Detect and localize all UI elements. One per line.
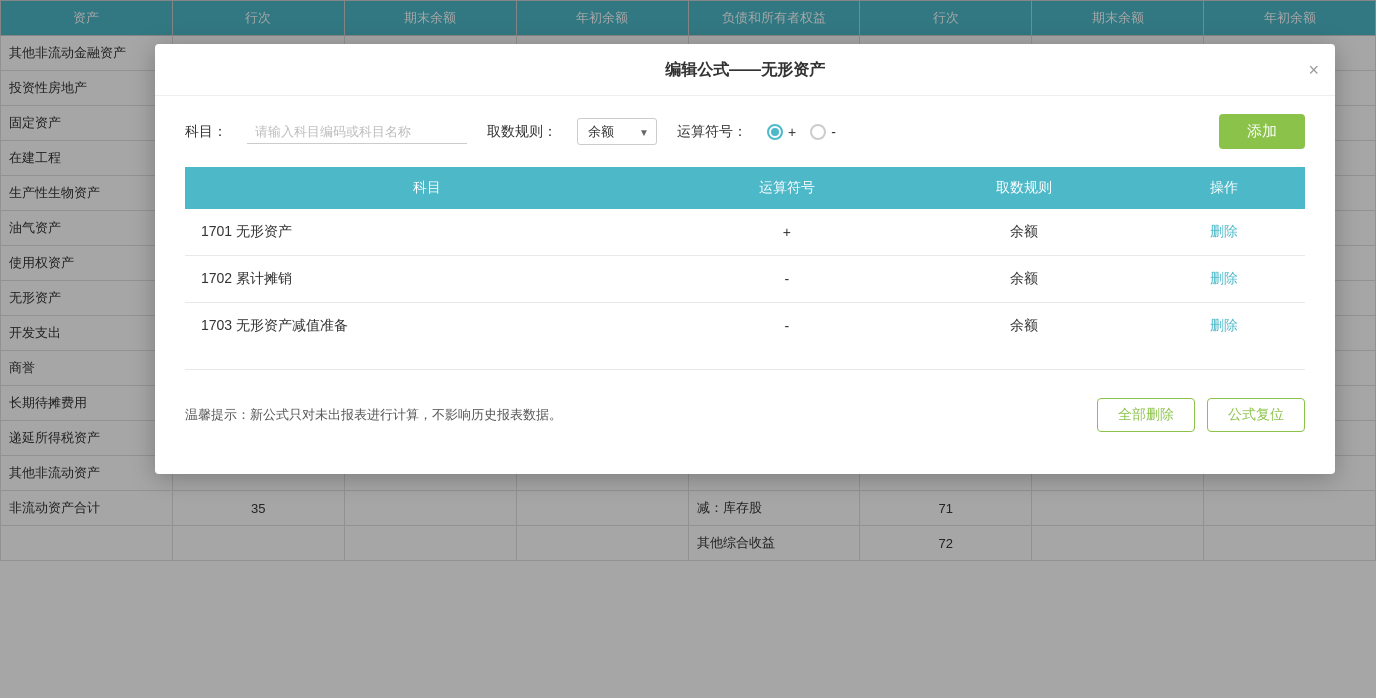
col-header-operator: 运算符号 [668,167,905,209]
delete-link-1[interactable]: 删除 [1210,223,1238,239]
subject-input[interactable] [247,120,467,144]
cell-subject-2: 1702 累计摊销 [185,256,668,303]
modal-header: 编辑公式——无形资产 × [155,44,1335,96]
rule-select[interactable]: 余额 借方 贷方 [577,118,657,145]
reset-formula-button[interactable]: 公式复位 [1207,398,1305,432]
table-row: 1701 无形资产 + 余额 删除 [185,209,1305,256]
radio-plus-label: + [788,124,796,140]
operator-radio-group: + - [767,124,836,140]
table-header-row: 科目 运算符号 取数规则 操作 [185,167,1305,209]
add-button[interactable]: 添加 [1219,114,1305,149]
divider [185,369,1305,370]
delete-link-3[interactable]: 删除 [1210,317,1238,333]
footer-btn-group: 全部删除 公式复位 [1097,398,1305,432]
rule-select-wrap: 余额 借方 贷方 ▼ [577,118,657,145]
operator-label: 运算符号： [677,123,747,141]
radio-plus[interactable]: + [767,124,796,140]
cell-action-3: 删除 [1143,303,1305,350]
cell-operator-2: - [668,256,905,303]
warning-text: 温馨提示：新公式只对未出报表进行计算，不影响历史报表数据。 [185,406,562,424]
cell-rule-2: 余额 [906,256,1143,303]
col-header-rule: 取数规则 [906,167,1143,209]
cell-action-1: 删除 [1143,209,1305,256]
col-header-subject: 科目 [185,167,668,209]
cell-action-2: 删除 [1143,256,1305,303]
radio-minus[interactable]: - [810,124,836,140]
data-table-wrap: 科目 运算符号 取数规则 操作 1701 无形资产 + 余额 删除 1702 累… [155,167,1335,349]
form-row: 科目： 取数规则： 余额 借方 贷方 ▼ 运算符号： + - 添加 [155,96,1335,167]
table-row: 1703 无形资产减值准备 - 余额 删除 [185,303,1305,350]
col-header-action: 操作 [1143,167,1305,209]
close-icon[interactable]: × [1308,61,1319,79]
cell-subject-1: 1701 无形资产 [185,209,668,256]
delete-link-2[interactable]: 删除 [1210,270,1238,286]
table-row: 1702 累计摊销 - 余额 删除 [185,256,1305,303]
cell-operator-1: + [668,209,905,256]
radio-minus-circle [810,124,826,140]
cell-rule-1: 余额 [906,209,1143,256]
modal-dialog: 编辑公式——无形资产 × 科目： 取数规则： 余额 借方 贷方 ▼ 运算符号： … [155,44,1335,474]
cell-rule-3: 余额 [906,303,1143,350]
modal-title: 编辑公式——无形资产 [665,60,825,81]
radio-plus-circle [767,124,783,140]
cell-operator-3: - [668,303,905,350]
cell-subject-3: 1703 无形资产减值准备 [185,303,668,350]
warning-row: 温馨提示：新公式只对未出报表进行计算，不影响历史报表数据。 全部删除 公式复位 [155,386,1335,444]
delete-all-button[interactable]: 全部删除 [1097,398,1195,432]
rule-label: 取数规则： [487,123,557,141]
data-table: 科目 运算符号 取数规则 操作 1701 无形资产 + 余额 删除 1702 累… [185,167,1305,349]
subject-label: 科目： [185,123,227,141]
radio-minus-label: - [831,124,836,140]
